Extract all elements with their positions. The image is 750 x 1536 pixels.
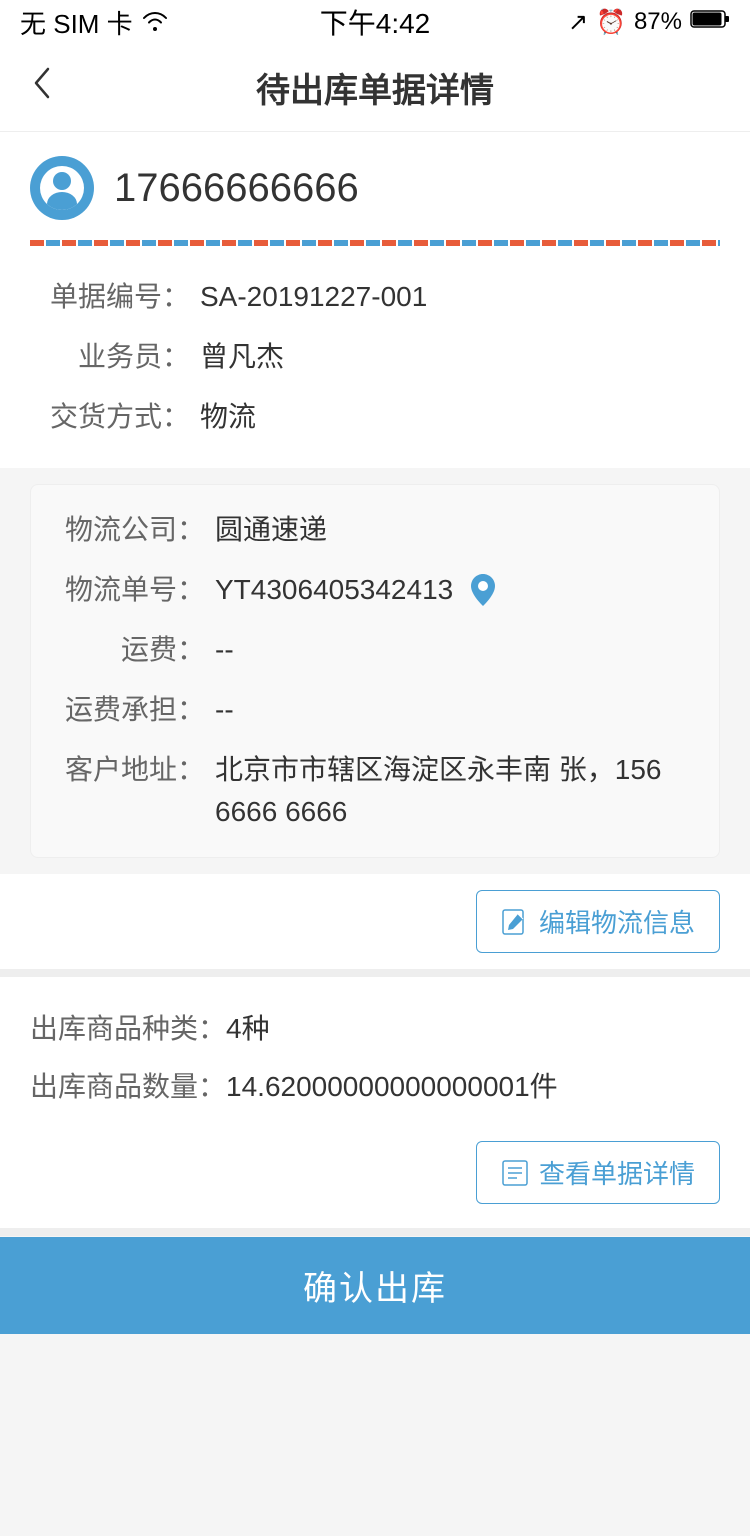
edit-logistics-button[interactable]: 编辑物流信息 [476, 890, 720, 953]
user-phone: 17666666666 [114, 166, 359, 211]
delivery-label: 交货方式： [30, 396, 190, 438]
delivery-value: 物流 [190, 396, 720, 438]
product-quantity-label: 出库商品数量： [30, 1065, 226, 1105]
address-row: 客户地址： 北京市市辖区海淀区永丰南 张，156 6666 6666 [55, 749, 695, 833]
view-details-button[interactable]: 查看单据详情 [476, 1141, 720, 1204]
order-number-row: 单据编号： SA-20191227-001 [30, 276, 720, 318]
salesman-value: 曾凡杰 [190, 336, 720, 378]
confirm-outbound-button[interactable]: 确认出库 [0, 1261, 750, 1310]
product-section: 出库商品种类： 4种 出库商品数量： 14.62000000000000001件 [0, 977, 750, 1125]
carrier-text: 无 SIM 卡 [20, 4, 133, 41]
edit-btn-container: 编辑物流信息 [0, 874, 750, 977]
freight-bearer-label: 运费承担： [55, 689, 205, 731]
tracking-value: YT4306405342413 [205, 569, 695, 611]
list-icon [501, 1159, 529, 1187]
location-status-icon: ↗ [568, 8, 588, 37]
back-button[interactable] [30, 63, 54, 112]
view-btn-container: 查看单据详情 [0, 1125, 750, 1236]
company-row: 物流公司： 圆通速递 [55, 509, 695, 551]
product-types-label: 出库商品种类： [30, 1007, 226, 1047]
freight-row: 运费： -- [55, 629, 695, 671]
avatar [30, 156, 94, 220]
tracking-location-icon[interactable] [465, 572, 501, 608]
freight-bearer-value: -- [205, 689, 695, 731]
product-quantity-row: 出库商品数量： 14.62000000000000001件 [30, 1065, 720, 1105]
freight-bearer-row: 运费承担： -- [55, 689, 695, 731]
nav-bar: 待出库单据详情 [0, 44, 750, 132]
basic-info-section: 单据编号： SA-20191227-001 业务员： 曾凡杰 交货方式： 物流 [0, 246, 750, 468]
freight-label: 运费： [55, 629, 205, 671]
salesman-row: 业务员： 曾凡杰 [30, 336, 720, 378]
status-carrier: 无 SIM 卡 [20, 4, 169, 41]
delivery-row: 交货方式： 物流 [30, 396, 720, 438]
product-quantity-value: 14.62000000000000001件 [226, 1065, 720, 1105]
edit-logistics-label: 编辑物流信息 [539, 903, 695, 940]
battery-text: 87% [634, 8, 682, 36]
order-number-label: 单据编号： [30, 276, 190, 318]
salesman-label: 业务员： [30, 336, 190, 378]
product-types-row: 出库商品种类： 4种 [30, 1007, 720, 1047]
product-types-value: 4种 [226, 1007, 720, 1047]
alarm-icon: ⏰ [596, 8, 626, 37]
tracking-row: 物流单号： YT4306405342413 [55, 569, 695, 611]
freight-value: -- [205, 629, 695, 671]
address-label: 客户地址： [55, 749, 205, 791]
company-value: 圆通速递 [205, 509, 695, 551]
status-right: ↗ ⏰ 87% [568, 8, 730, 37]
logistics-section: 物流公司： 圆通速递 物流单号： YT4306405342413 运费： -- … [30, 484, 720, 858]
battery-icon [690, 8, 730, 37]
company-label: 物流公司： [55, 509, 205, 551]
status-bar: 无 SIM 卡 下午4:42 ↗ ⏰ 87% [0, 0, 750, 44]
tracking-label: 物流单号： [55, 569, 205, 611]
status-time: 下午4:42 [320, 2, 431, 42]
address-value: 北京市市辖区海淀区永丰南 张，156 6666 6666 [205, 749, 695, 833]
view-details-label: 查看单据详情 [539, 1154, 695, 1191]
avatar-icon [40, 166, 84, 210]
user-info-row: 17666666666 [30, 156, 720, 240]
confirm-btn-container: 确认出库 [0, 1237, 750, 1334]
edit-icon [501, 908, 529, 936]
page-title: 待出库单据详情 [256, 63, 494, 112]
header-card: 17666666666 [0, 132, 750, 246]
wifi-icon [141, 7, 169, 38]
order-number-value: SA-20191227-001 [190, 276, 720, 318]
